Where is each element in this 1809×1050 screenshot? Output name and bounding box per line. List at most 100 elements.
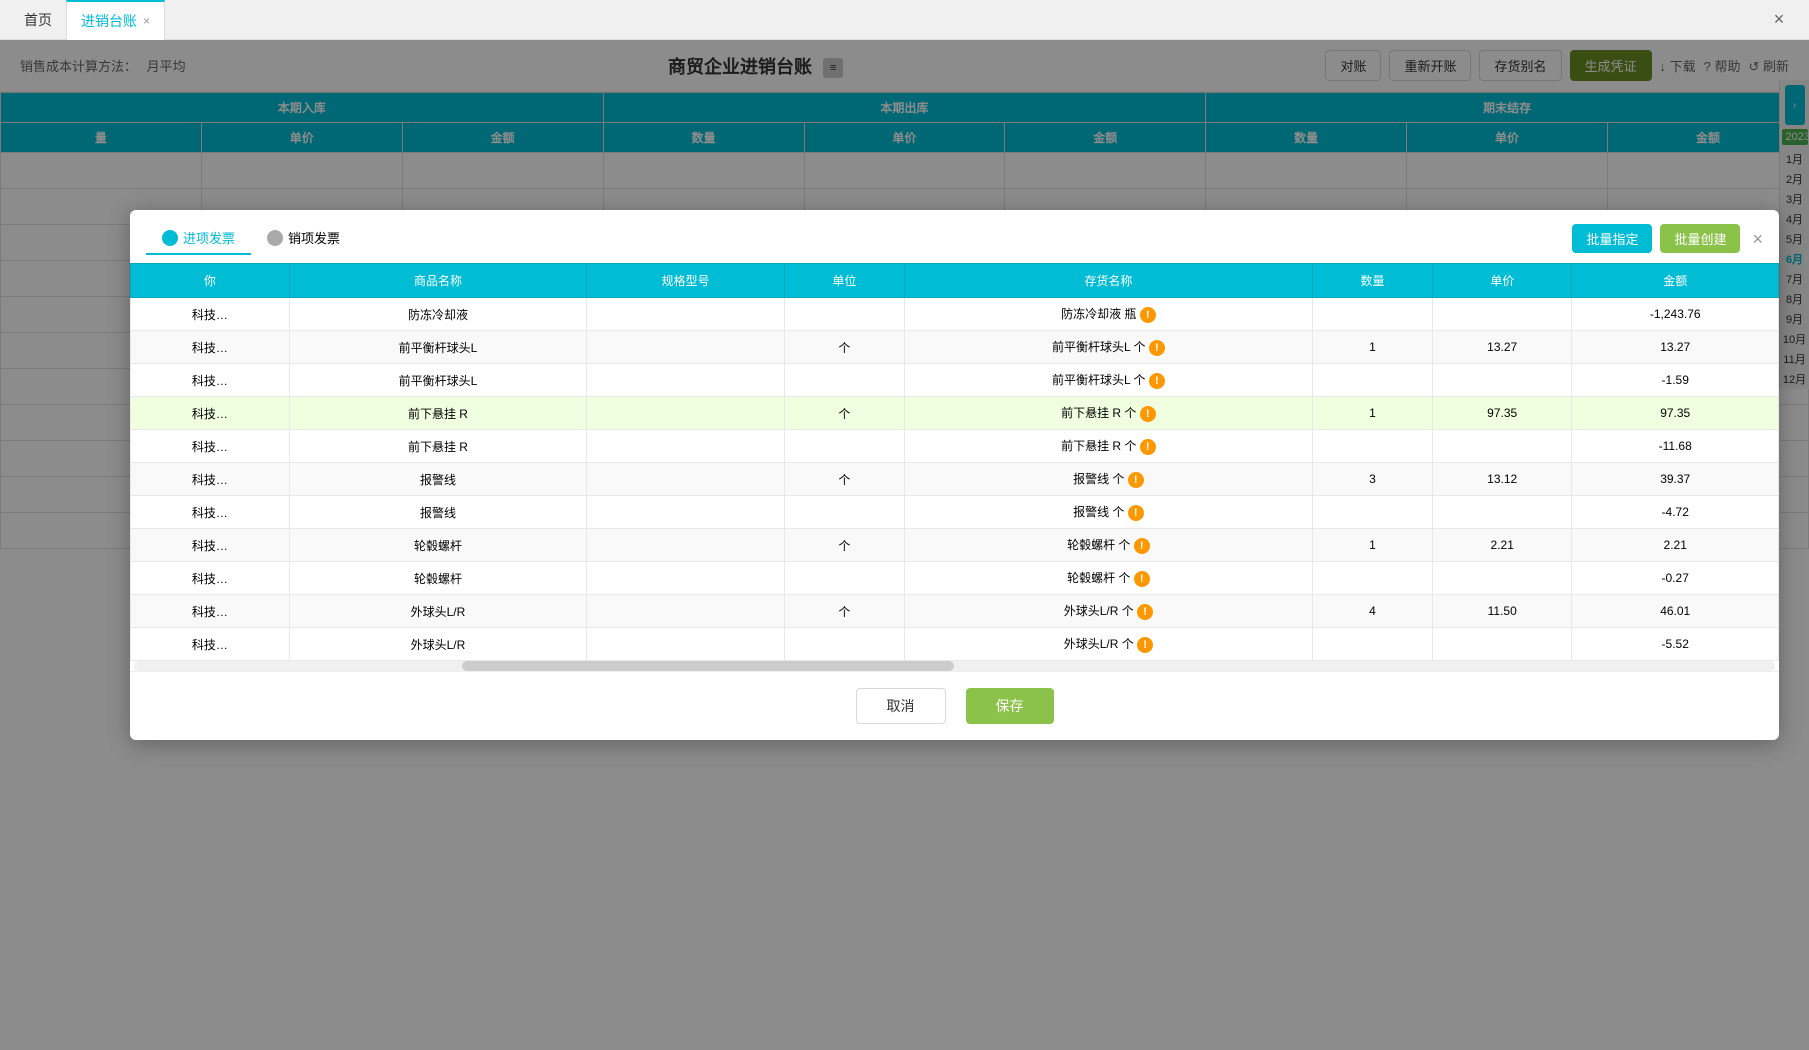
dialog-cell-5-1: 报警线 (289, 463, 586, 496)
dialog-row-8[interactable]: 科技…轮毂螺杆轮毂螺杆 个 !-0.27 (131, 562, 1779, 595)
dialog-cell-6-6 (1432, 496, 1571, 529)
tab-ledger-label: 进销台账 (81, 11, 137, 31)
dialog-cell-5-5: 3 (1312, 463, 1432, 496)
dialog-cell-1-3: 个 (784, 331, 904, 364)
dialog-cell-7-7: 2.21 (1572, 529, 1779, 562)
dialog-cell-9-1: 外球头L/R (289, 595, 586, 628)
dialog-cell-7-3: 个 (784, 529, 904, 562)
dialog-table-wrap[interactable]: 你 商品名称 规格型号 单位 存货名称 数量 单价 金额 科技…防冻冷却液防冻冷… (130, 263, 1779, 661)
tab-bar: 首页 进销台账 × × (0, 0, 1809, 40)
dialog-row-2[interactable]: 科技…前平衡杆球头L前平衡杆球头L 个 !-1.59 (131, 364, 1779, 397)
dialog-cell-5-3: 个 (784, 463, 904, 496)
dialog-cell-0-7: -1,243.76 (1572, 298, 1779, 331)
dialog-cell-2-6 (1432, 364, 1571, 397)
dialog-cell-3-6: 97.35 (1432, 397, 1571, 430)
dialog-row-10[interactable]: 科技…外球头L/R外球头L/R 个 !-5.52 (131, 628, 1779, 661)
dialog-row-4[interactable]: 科技…前下悬挂 R前下悬挂 R 个 !-11.68 (131, 430, 1779, 463)
dialog-close-button[interactable]: × (1752, 230, 1763, 248)
warn-icon-2: ! (1149, 373, 1165, 389)
th-col2: 商品名称 (289, 264, 586, 298)
window-close-button[interactable]: × (1759, 0, 1799, 40)
dialog-cell-10-1: 外球头L/R (289, 628, 586, 661)
dialog-cell-3-1: 前下悬挂 R (289, 397, 586, 430)
dialog-cell-10-7: -5.52 (1572, 628, 1779, 661)
th-col8: 金额 (1572, 264, 1779, 298)
cancel-button[interactable]: 取消 (856, 688, 946, 724)
dialog-cell-3-7: 97.35 (1572, 397, 1779, 430)
dialog-cell-9-5: 4 (1312, 595, 1432, 628)
warn-icon-10: ! (1137, 637, 1153, 653)
dialog-cell-3-2 (587, 397, 785, 430)
tab-home[interactable]: 首页 (10, 0, 66, 40)
th-col4: 单位 (784, 264, 904, 298)
dialog-cell-6-4: 报警线 个 ! (904, 496, 1312, 529)
dialog-cell-9-7: 46.01 (1572, 595, 1779, 628)
dialog-cell-9-2 (587, 595, 785, 628)
th-col3: 规格型号 (587, 264, 785, 298)
dialog-cell-8-6 (1432, 562, 1571, 595)
dialog-cell-5-4: 报警线 个 ! (904, 463, 1312, 496)
dialog-table: 你 商品名称 规格型号 单位 存货名称 数量 单价 金额 科技…防冻冷却液防冻冷… (130, 263, 1779, 661)
dialog-cell-6-5 (1312, 496, 1432, 529)
main-page: 销售成本计算方法： 月平均 商贸企业进销台账 ≡ 对账 重新开账 存货别名 生成… (0, 40, 1809, 1050)
dialog-cell-8-7: -0.27 (1572, 562, 1779, 595)
warn-icon-3: ! (1140, 406, 1156, 422)
dialog-cell-2-3 (784, 364, 904, 397)
batch-assign-button[interactable]: 批量指定 (1572, 224, 1652, 253)
dialog-cell-9-4: 外球头L/R 个 ! (904, 595, 1312, 628)
dialog-cell-5-2 (587, 463, 785, 496)
dialog-header-actions: 批量指定 批量创建 (1572, 224, 1740, 253)
dialog-cell-6-7: -4.72 (1572, 496, 1779, 529)
dialog-cell-4-2 (587, 430, 785, 463)
dialog-cell-6-3 (784, 496, 904, 529)
warn-icon-0: ! (1140, 307, 1156, 323)
dialog-cell-8-2 (587, 562, 785, 595)
dialog-cell-2-7: -1.59 (1572, 364, 1779, 397)
incoming-invoice-label: 进项发票 (183, 228, 235, 247)
dialog-cell-6-2 (587, 496, 785, 529)
dialog-cell-5-0: 科技… (131, 463, 290, 496)
dialog-cell-4-7: -11.68 (1572, 430, 1779, 463)
dialog-cell-0-0: 科技… (131, 298, 290, 331)
dialog-row-9[interactable]: 科技…外球头L/R个外球头L/R 个 !411.5046.01 (131, 595, 1779, 628)
dialog-cell-10-6 (1432, 628, 1571, 661)
tab-outgoing-invoice[interactable]: 销项发票 (251, 222, 356, 255)
dialog-cell-2-0: 科技… (131, 364, 290, 397)
dialog-row-1[interactable]: 科技…前平衡杆球头L个前平衡杆球头L 个 !113.2713.27 (131, 331, 1779, 364)
tab-home-label: 首页 (24, 10, 52, 30)
dialog-cell-3-5: 1 (1312, 397, 1432, 430)
dialog-scrollbar[interactable] (134, 661, 1775, 671)
dialog-cell-1-7: 13.27 (1572, 331, 1779, 364)
dialog-cell-8-5 (1312, 562, 1432, 595)
dialog-cell-8-0: 科技… (131, 562, 290, 595)
dialog-cell-3-3: 个 (784, 397, 904, 430)
dialog-cell-7-4: 轮毂螺杆 个 ! (904, 529, 1312, 562)
dialog-cell-4-1: 前下悬挂 R (289, 430, 586, 463)
warn-icon-6: ! (1128, 505, 1144, 521)
dialog-cell-2-4: 前平衡杆球头L 个 ! (904, 364, 1312, 397)
dialog-cell-3-0: 科技… (131, 397, 290, 430)
dialog-scrollbar-thumb (462, 661, 954, 671)
dialog-row-3[interactable]: 科技…前下悬挂 R个前下悬挂 R 个 !197.3597.35 (131, 397, 1779, 430)
dialog-row-5[interactable]: 科技…报警线个报警线 个 !313.1239.37 (131, 463, 1779, 496)
save-button[interactable]: 保存 (966, 688, 1054, 724)
outgoing-invoice-icon (267, 230, 283, 246)
dialog-row-7[interactable]: 科技…轮毂螺杆个轮毂螺杆 个 !12.212.21 (131, 529, 1779, 562)
dialog-cell-4-6 (1432, 430, 1571, 463)
warn-icon-8: ! (1134, 571, 1150, 587)
batch-create-button[interactable]: 批量创建 (1660, 224, 1740, 253)
dialog-cell-10-5 (1312, 628, 1432, 661)
warn-icon-4: ! (1140, 439, 1156, 455)
warn-icon-7: ! (1134, 538, 1150, 554)
incoming-invoice-icon (162, 230, 178, 246)
tab-incoming-invoice[interactable]: 进项发票 (146, 222, 251, 255)
dialog-cell-8-3 (784, 562, 904, 595)
dialog-row-6[interactable]: 科技…报警线报警线 个 !-4.72 (131, 496, 1779, 529)
dialog-cell-1-0: 科技… (131, 331, 290, 364)
tab-ledger[interactable]: 进销台账 × (66, 0, 165, 40)
warn-icon-5: ! (1128, 472, 1144, 488)
dialog-cell-10-0: 科技… (131, 628, 290, 661)
tab-ledger-close[interactable]: × (143, 14, 150, 28)
dialog-cell-9-0: 科技… (131, 595, 290, 628)
dialog-row-0[interactable]: 科技…防冻冷却液防冻冷却液 瓶 !-1,243.76 (131, 298, 1779, 331)
